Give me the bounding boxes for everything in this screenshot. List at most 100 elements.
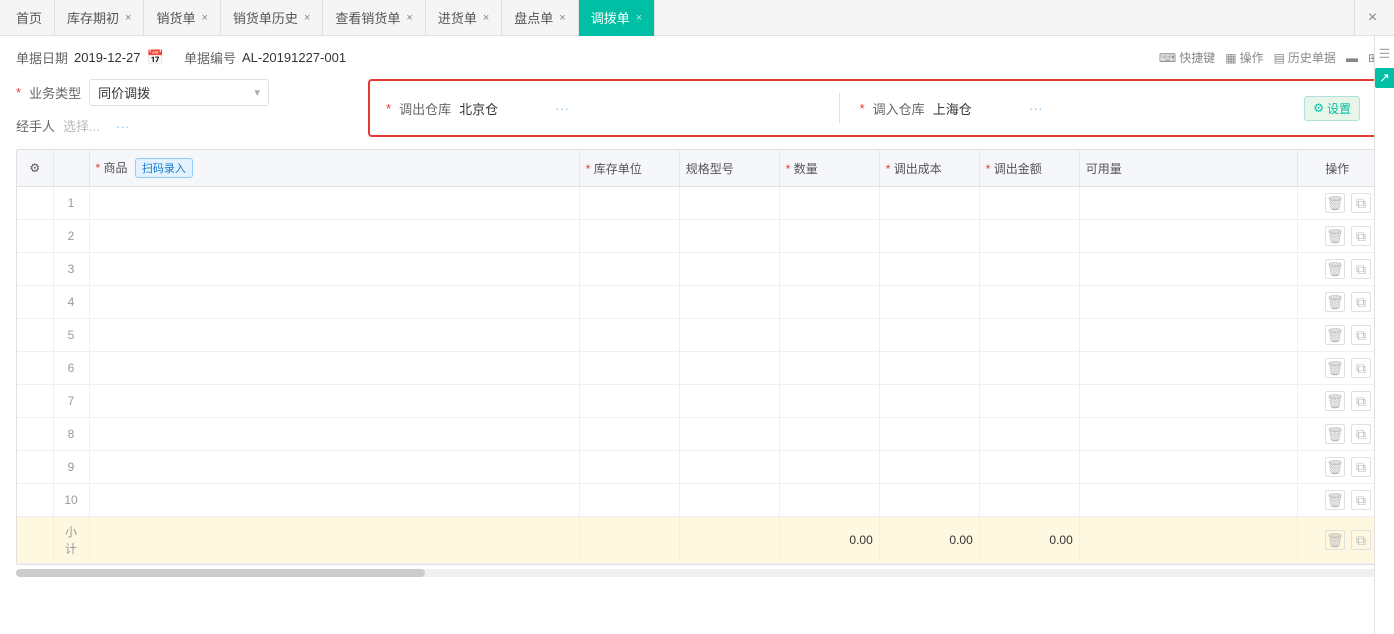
row-product[interactable] [89,220,579,253]
row-cost[interactable] [879,286,979,319]
row-product[interactable] [89,253,579,286]
copy-icon[interactable]: ⧉ [1351,325,1371,345]
copy-icon[interactable]: ⧉ [1351,391,1371,411]
delete-icon[interactable]: 🗑 [1325,292,1345,312]
tab-sales-order[interactable]: 销货单 × [144,0,220,36]
row-product[interactable] [89,286,579,319]
history-button[interactable]: ▤ 历史单据 [1274,49,1336,66]
tab-transfer[interactable]: 调拨单 × [579,0,655,36]
delete-icon[interactable]: 🗑 [1325,424,1345,444]
tab-transfer-close[interactable]: × [636,12,642,24]
row-amount[interactable] [979,220,1079,253]
row-qty[interactable] [779,220,879,253]
row-product[interactable] [89,385,579,418]
tab-sales-history-close[interactable]: × [304,12,310,24]
row-qty[interactable] [779,418,879,451]
business-type-select[interactable]: 同价调拨 ▾ [89,79,269,106]
row-amount[interactable] [979,484,1079,517]
delete-icon[interactable]: 🗑 [1325,457,1345,477]
row-qty[interactable] [779,451,879,484]
row-amount[interactable] [979,418,1079,451]
row-product[interactable] [89,418,579,451]
row-qty[interactable] [779,253,879,286]
row-amount[interactable] [979,187,1079,220]
copy-icon[interactable]: ⧉ [1351,424,1371,444]
calendar-icon[interactable]: 📅 [147,49,164,66]
copy-icon[interactable]: ⧉ [1351,530,1371,550]
copy-icon[interactable]: ⧉ [1351,193,1371,213]
row-cost[interactable] [879,220,979,253]
row-cost[interactable] [879,451,979,484]
in-warehouse-value[interactable]: 上海仓 [933,99,1013,118]
row-cost[interactable] [879,253,979,286]
setting-button[interactable]: ⚙ 设置 [1304,96,1360,121]
out-warehouse-more-icon[interactable]: ··· [555,100,569,116]
delete-icon[interactable]: 🗑 [1325,530,1345,550]
row-cost[interactable] [879,187,979,220]
th-gear[interactable]: ⚙ [17,150,53,187]
copy-icon[interactable]: ⧉ [1351,490,1371,510]
row-product[interactable] [89,451,579,484]
person-more-icon[interactable]: ··· [116,118,130,134]
operate-button[interactable]: ▦ 操作 [1225,49,1263,66]
row-cost[interactable] [879,484,979,517]
row-qty[interactable] [779,484,879,517]
row-actions: 🗑 ⧉ [1297,286,1377,319]
tab-sales-order-close[interactable]: × [201,12,207,24]
delete-icon[interactable]: 🗑 [1325,358,1345,378]
tab-stocktake-close[interactable]: × [559,12,565,24]
out-warehouse-value[interactable]: 北京仓 [459,99,539,118]
row-qty[interactable] [779,319,879,352]
row-cost[interactable] [879,352,979,385]
row-product[interactable] [89,319,579,352]
delete-icon[interactable]: 🗑 [1325,325,1345,345]
row-cost[interactable] [879,319,979,352]
panel-list-icon[interactable]: ☰ [1375,44,1394,64]
window-close-button[interactable]: × [1354,0,1390,36]
row-cost[interactable] [879,418,979,451]
delete-icon[interactable]: 🗑 [1325,259,1345,279]
row-amount[interactable] [979,352,1079,385]
tab-stocktake[interactable]: 盘点单 × [502,0,578,36]
row-product[interactable] [89,352,579,385]
copy-icon[interactable]: ⧉ [1351,292,1371,312]
horizontal-scrollbar[interactable] [16,569,1378,577]
delete-icon[interactable]: 🗑 [1325,391,1345,411]
row-gear-cell [17,418,53,451]
row-amount[interactable] [979,253,1079,286]
row-amount[interactable] [979,286,1079,319]
tab-view-sales[interactable]: 查看销货单 × [323,0,425,36]
tab-purchase-close[interactable]: × [483,12,489,24]
scrollbar-thumb[interactable] [16,569,425,577]
copy-icon[interactable]: ⧉ [1351,259,1371,279]
copy-icon[interactable]: ⧉ [1351,358,1371,378]
tab-inventory-init-close[interactable]: × [125,12,131,24]
layout-toggle-1[interactable]: ▬ [1346,51,1358,65]
copy-icon[interactable]: ⧉ [1351,226,1371,246]
tab-inventory-init[interactable]: 库存期初 × [55,0,144,36]
copy-icon[interactable]: ⧉ [1351,457,1371,477]
panel-export-icon[interactable]: ↗ [1375,68,1394,88]
row-product[interactable] [89,484,579,517]
row-cost[interactable] [879,385,979,418]
row-qty[interactable] [779,385,879,418]
shortcut-button[interactable]: ⌨ 快捷键 [1159,49,1215,66]
scan-button[interactable]: 扫码录入 [135,158,193,178]
person-input[interactable]: 选择... [63,116,100,135]
row-spec [679,352,779,385]
row-amount[interactable] [979,385,1079,418]
row-amount[interactable] [979,451,1079,484]
tab-view-sales-close[interactable]: × [406,12,412,24]
row-product[interactable] [89,187,579,220]
row-qty[interactable] [779,187,879,220]
in-warehouse-more-icon[interactable]: ··· [1029,100,1043,116]
row-qty[interactable] [779,286,879,319]
tab-purchase[interactable]: 进货单 × [426,0,502,36]
delete-icon[interactable]: 🗑 [1325,193,1345,213]
tab-sales-history[interactable]: 销货单历史 × [221,0,323,36]
row-qty[interactable] [779,352,879,385]
tab-home[interactable]: 首页 [4,0,55,36]
row-amount[interactable] [979,319,1079,352]
delete-icon[interactable]: 🗑 [1325,226,1345,246]
delete-icon[interactable]: 🗑 [1325,490,1345,510]
